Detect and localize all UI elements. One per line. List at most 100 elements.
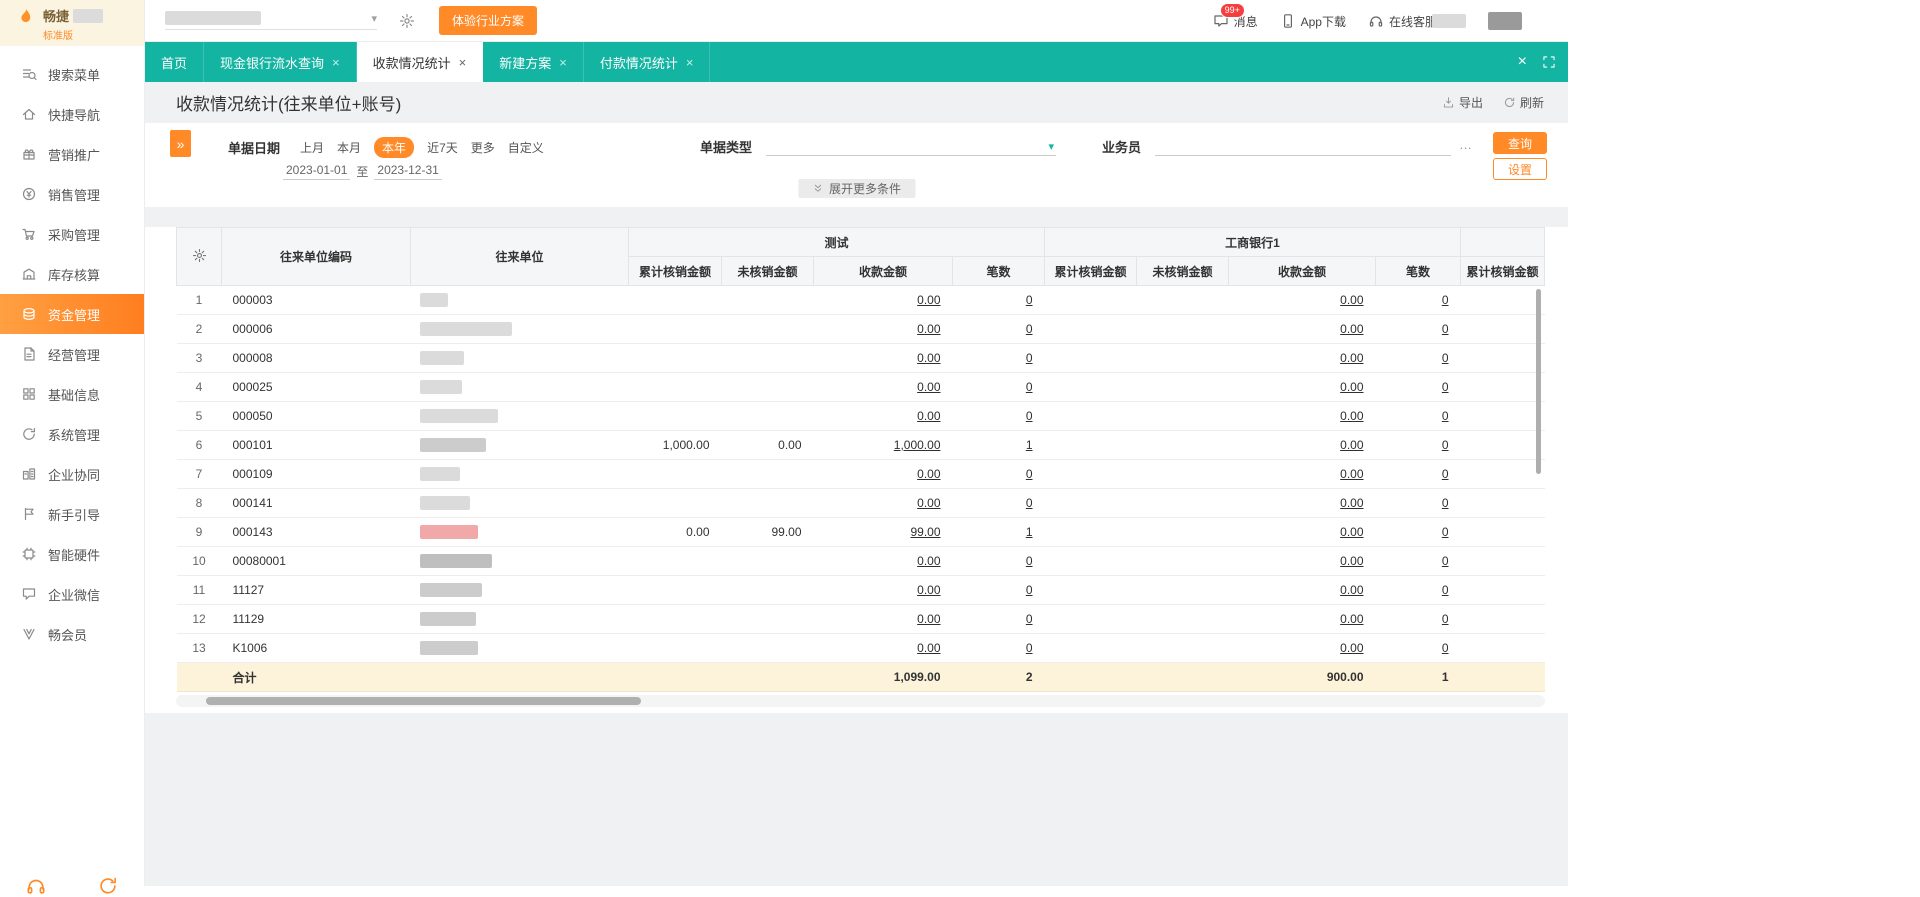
messages-button[interactable]: 99+ 消息 — [1213, 2, 1258, 30]
value-link[interactable]: 0 — [1442, 293, 1449, 307]
value-link[interactable]: 0 — [1442, 641, 1449, 655]
sidebar-item-sales[interactable]: 销售管理 — [0, 174, 144, 214]
sync-icon[interactable] — [97, 875, 119, 897]
value-link[interactable]: 0 — [1442, 554, 1449, 568]
date-option-custom[interactable]: 自定义 — [508, 139, 544, 156]
value-link[interactable]: 0.00 — [917, 467, 940, 481]
sidebar-item-collab[interactable]: 企业协同 — [0, 454, 144, 494]
value-link[interactable]: 99.00 — [910, 525, 940, 539]
value-link[interactable]: 0.00 — [1340, 612, 1363, 626]
value-link[interactable]: 0 — [1026, 351, 1033, 365]
date-option-this-year[interactable]: 本年 — [374, 137, 415, 158]
value-link[interactable]: 0 — [1442, 467, 1449, 481]
value-link[interactable]: 0.00 — [917, 409, 940, 423]
org-select[interactable]: ▾ — [165, 11, 377, 30]
value-link[interactable]: 1 — [1026, 438, 1033, 452]
sidebar-item-wechat[interactable]: 企业微信 — [0, 574, 144, 614]
service-icon[interactable] — [25, 875, 47, 897]
tab-new-plan[interactable]: 新建方案 × — [483, 42, 584, 82]
value-link[interactable]: 0 — [1442, 612, 1449, 626]
value-link[interactable]: 0 — [1442, 525, 1449, 539]
sidebar-item-inventory[interactable]: 库存核算 — [0, 254, 144, 294]
query-button[interactable]: 查询 — [1493, 132, 1547, 154]
salesman-more-button[interactable]: … — [1459, 137, 1473, 152]
settings-gear-icon[interactable] — [399, 13, 415, 29]
sidebar-item-marketing[interactable]: 营销推广 — [0, 134, 144, 174]
sidebar-item-base-info[interactable]: 基础信息 — [0, 374, 144, 414]
value-link[interactable]: 0 — [1026, 496, 1033, 510]
value-link[interactable]: 0 — [1442, 438, 1449, 452]
value-link[interactable]: 0.00 — [1340, 322, 1363, 336]
value-link[interactable]: 0.00 — [1340, 380, 1363, 394]
app-download-button[interactable]: App下载 — [1280, 13, 1346, 30]
tab-close-icon[interactable]: × — [332, 55, 340, 70]
online-service-button[interactable]: 在线客服 — [1368, 13, 1466, 30]
date-to-input[interactable]: 2023-12-31 — [374, 163, 442, 180]
value-link[interactable]: 0.00 — [917, 351, 940, 365]
date-from-input[interactable]: 2023-01-01 — [283, 163, 351, 180]
sidebar-item-member[interactable]: 畅会员 — [0, 614, 144, 654]
tab-close-icon[interactable]: × — [559, 55, 567, 70]
sidebar-item-operations[interactable]: 经营管理 — [0, 334, 144, 374]
salesman-input[interactable] — [1155, 137, 1452, 156]
value-link[interactable]: 0 — [1442, 380, 1449, 394]
refresh-button[interactable]: 刷新 — [1503, 94, 1544, 111]
sidebar-item-funds[interactable]: 资金管理 — [0, 294, 144, 334]
collapse-filter-button[interactable]: » — [170, 130, 191, 157]
tab-close-icon[interactable]: × — [459, 55, 467, 70]
vertical-scrollbar[interactable] — [1536, 289, 1541, 474]
horizontal-scrollbar[interactable] — [206, 697, 641, 705]
value-link[interactable]: 0.00 — [1340, 467, 1363, 481]
value-link[interactable]: 0.00 — [1340, 351, 1363, 365]
value-link[interactable]: 1 — [1026, 525, 1033, 539]
value-link[interactable]: 0 — [1026, 583, 1033, 597]
date-option-more[interactable]: 更多 — [471, 139, 495, 156]
date-option-this-month[interactable]: 本月 — [337, 139, 361, 156]
value-link[interactable]: 0.00 — [1340, 554, 1363, 568]
tab-payment-stats[interactable]: 付款情况统计 × — [584, 42, 711, 82]
value-link[interactable]: 0.00 — [1340, 525, 1363, 539]
value-link[interactable]: 0.00 — [917, 612, 940, 626]
value-link[interactable]: 0 — [1442, 322, 1449, 336]
date-option-last-7-days[interactable]: 近7天 — [427, 139, 458, 156]
value-link[interactable]: 0 — [1442, 496, 1449, 510]
value-link[interactable]: 1,000.00 — [894, 438, 941, 452]
sidebar-item-guide[interactable]: 新手引导 — [0, 494, 144, 534]
date-option-last-month[interactable]: 上月 — [300, 139, 324, 156]
value-link[interactable]: 0 — [1026, 612, 1033, 626]
value-link[interactable]: 0.00 — [917, 641, 940, 655]
value-link[interactable]: 0 — [1026, 554, 1033, 568]
close-tabs-icon[interactable]: × — [1518, 54, 1527, 70]
value-link[interactable]: 0.00 — [1340, 438, 1363, 452]
value-link[interactable]: 0 — [1026, 641, 1033, 655]
experience-plan-button[interactable]: 体验行业方案 — [439, 6, 538, 35]
sidebar-item-system[interactable]: 系统管理 — [0, 414, 144, 454]
value-link[interactable]: 0.00 — [1340, 641, 1363, 655]
sidebar-item-hardware[interactable]: 智能硬件 — [0, 534, 144, 574]
export-button[interactable]: 导出 — [1442, 94, 1483, 111]
settings-button[interactable]: 设置 — [1493, 158, 1547, 180]
value-link[interactable]: 0 — [1442, 351, 1449, 365]
sidebar-item-purchase[interactable]: 采购管理 — [0, 214, 144, 254]
value-link[interactable]: 0 — [1442, 409, 1449, 423]
value-link[interactable]: 0.00 — [917, 322, 940, 336]
value-link[interactable]: 0.00 — [917, 554, 940, 568]
value-link[interactable]: 0.00 — [917, 293, 940, 307]
value-link[interactable]: 0.00 — [1340, 293, 1363, 307]
fullscreen-icon[interactable] — [1542, 55, 1556, 69]
value-link[interactable]: 0 — [1026, 409, 1033, 423]
tab-home[interactable]: 首页 — [145, 42, 205, 82]
value-link[interactable]: 0.00 — [1340, 583, 1363, 597]
value-link[interactable]: 0.00 — [917, 380, 940, 394]
value-link[interactable]: 0.00 — [1340, 409, 1363, 423]
sidebar-item-quick-nav[interactable]: 快捷导航 — [0, 94, 144, 134]
value-link[interactable]: 0.00 — [1340, 496, 1363, 510]
value-link[interactable]: 0 — [1026, 322, 1033, 336]
value-link[interactable]: 0 — [1442, 583, 1449, 597]
value-link[interactable]: 0 — [1026, 467, 1033, 481]
tab-receipt-stats[interactable]: 收款情况统计 × — [356, 42, 484, 82]
value-link[interactable]: 0.00 — [917, 583, 940, 597]
table-column-settings-button[interactable] — [176, 227, 222, 286]
expand-more-button[interactable]: 展开更多条件 — [797, 179, 916, 198]
value-link[interactable]: 0 — [1026, 293, 1033, 307]
